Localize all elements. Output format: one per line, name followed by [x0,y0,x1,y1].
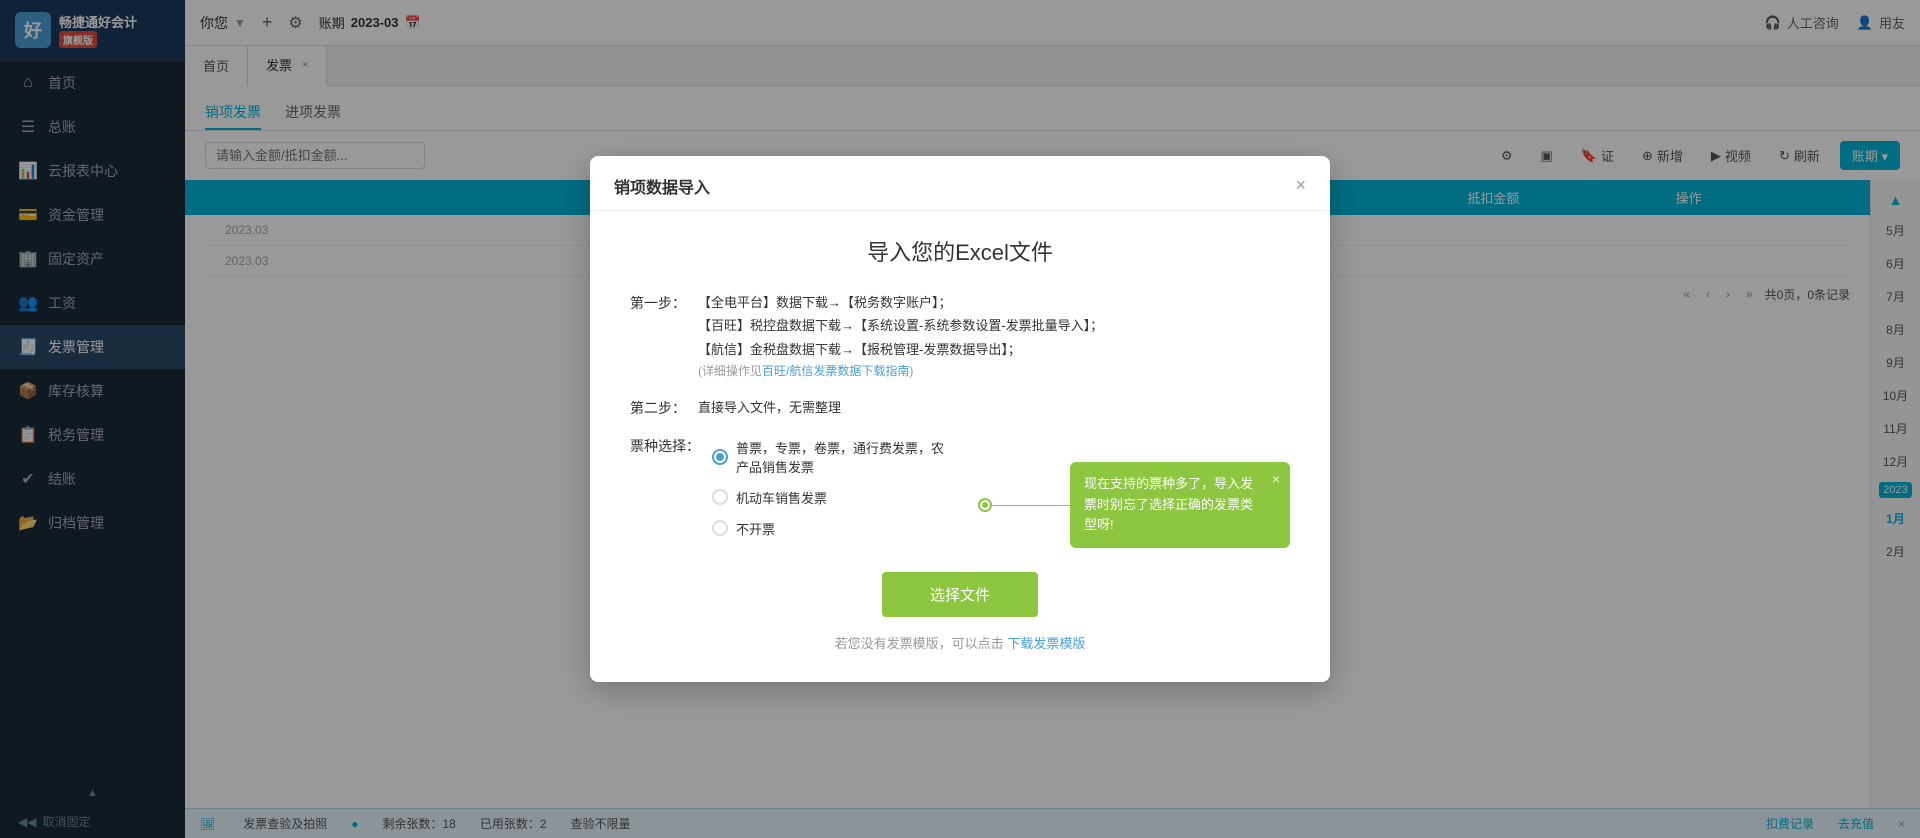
modal-body: 导入您的Excel文件 第一步： 【全电平台】数据下载→【税务数字账户】； 【百… [590,211,1330,683]
tooltip-text: 现在支持的票种多了，导入发票时别忘了选择正确的发票类型呀! [1084,476,1253,533]
tooltip-bubble: 现在支持的票种多了，导入发票时别忘了选择正确的发票类型呀! × [1070,462,1290,548]
ticket-label: 票种选择： [630,434,700,456]
step1-detail: (详细操作见百旺/航信发票数据下载指南) [698,361,1103,383]
tooltip-close-btn[interactable]: × [1272,468,1280,490]
step1-line-3: 【航信】金税盘数据下载→【报税管理-发票数据导出】； [698,338,1103,361]
radio-normal[interactable]: 普票，专票，卷票，通行费发票，农产品销售发票 [712,438,952,476]
step2-content: 直接导入文件，无需整理 [698,396,841,419]
step2-row: 第二步： 直接导入文件，无需整理 [630,396,1290,419]
ticket-radio-group: 普票，专票，卷票，通行费发票，农产品销售发票 机动车销售发票 不开票 [712,438,952,538]
step1-label: 第一步： [630,291,686,383]
step1-line-1: 【全电平台】数据下载→【税务数字账户】； [698,291,1103,314]
tooltip-line [990,505,1070,506]
step1-line-2: 【百旺】税控盘数据下载→【系统设置-系统参数设置-发票批量导入】； [698,314,1103,337]
download-hint: 若您没有发票模版，可以点击 下载发票模版 [630,633,1290,652]
select-file-button[interactable]: 选择文件 [882,572,1038,617]
modal-overlay: 销项数据导入 × 导入您的Excel文件 第一步： 【全电平台】数据下载→【税务… [0,0,1920,838]
import-modal: 销项数据导入 × 导入您的Excel文件 第一步： 【全电平台】数据下载→【税务… [590,156,1330,683]
radio-none-circle [712,520,728,536]
modal-title: 销项数据导入 [614,174,710,198]
tooltip-container: 现在支持的票种多了，导入发票时别忘了选择正确的发票类型呀! × [980,462,1290,548]
tooltip-dot [980,500,990,510]
step1-content: 【全电平台】数据下载→【税务数字账户】； 【百旺】税控盘数据下载→【系统设置-系… [698,291,1103,383]
radio-none[interactable]: 不开票 [712,519,952,538]
modal-header: 销项数据导入 × [590,156,1330,211]
step1-row: 第一步： 【全电平台】数据下载→【税务数字账户】； 【百旺】税控盘数据下载→【系… [630,291,1290,383]
modal-close-button[interactable]: × [1295,175,1306,196]
download-template-link[interactable]: 下载发票模版 [1007,636,1085,651]
radio-motor-circle [712,489,728,505]
radio-normal-circle [712,449,728,465]
ticket-select-row: 票种选择： 普票，专票，卷票，通行费发票，农产品销售发票 机动车销售发票 [630,434,1290,548]
guide-link[interactable]: 百旺/航信发票数据下载指南 [762,364,909,378]
step2-label: 第二步： [630,396,686,419]
radio-motor[interactable]: 机动车销售发票 [712,488,952,507]
modal-main-title: 导入您的Excel文件 [630,235,1290,267]
